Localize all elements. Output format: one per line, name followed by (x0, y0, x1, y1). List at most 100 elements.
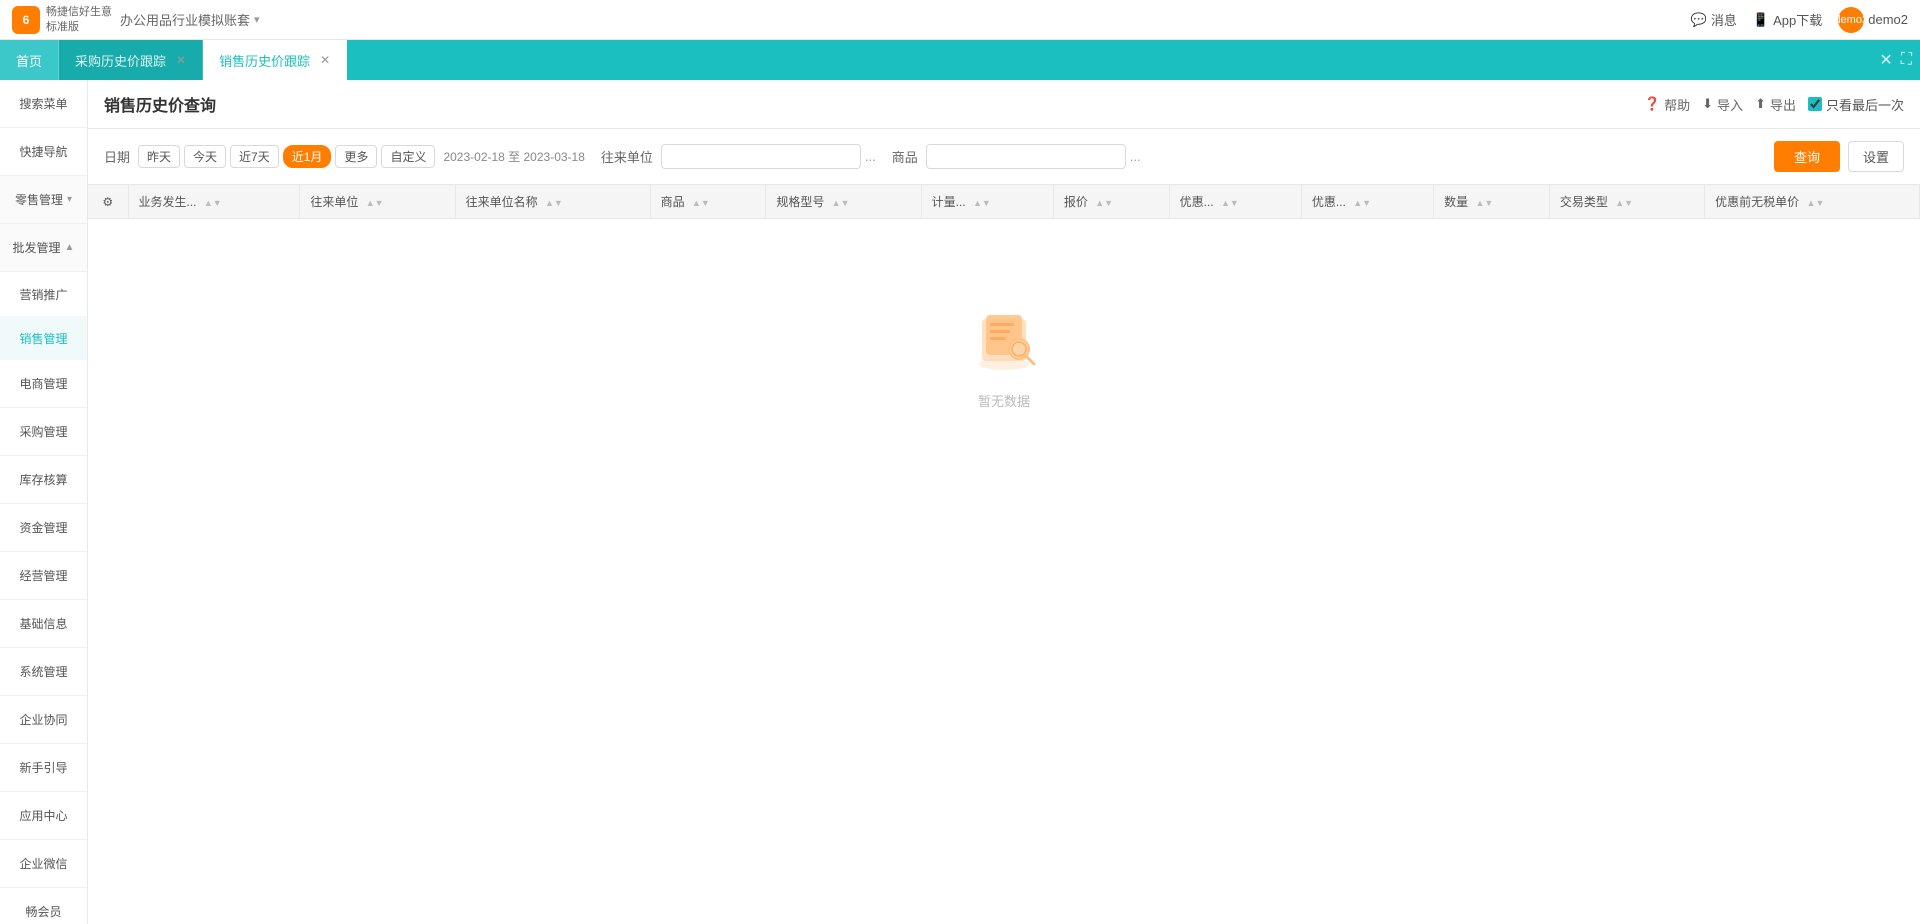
sort-icon-counterparty-id: ▲▼ (366, 198, 384, 208)
col-product[interactable]: 商品 ▲▼ (650, 185, 766, 219)
col-discount1[interactable]: 优惠... ▲▼ (1169, 185, 1301, 219)
col-quantity[interactable]: 数量 ▲▼ (1434, 185, 1550, 219)
product-input-wrap: ... (926, 144, 1141, 169)
top-bar-doc-title: 办公用品行业模拟账套 ▾ (120, 10, 260, 29)
settings-icon[interactable]: ⚙ (102, 195, 113, 209)
counterparty-input-wrap: ... (661, 144, 876, 169)
page-title-row: 销售历史价查询 ❓ 帮助 ⬇ 导入 ⬆ 导出 (104, 92, 1904, 116)
top-bar: 6 畅捷信好生意 标准版 办公用品行业模拟账套 ▾ 💬 消息 📱 App下载 d… (0, 0, 1920, 40)
page-header: 销售历史价查询 ❓ 帮助 ⬇ 导入 ⬆ 导出 (88, 80, 1920, 129)
date-btn-last1month[interactable]: 近1月 (283, 145, 332, 168)
tab-sales-history-close[interactable]: ✕ (320, 53, 330, 67)
sort-icon-biz-date: ▲▼ (204, 198, 222, 208)
sidebar-item-finance-mgmt[interactable]: 资金管理 (0, 504, 87, 552)
sidebar-item-marketing[interactable]: 营销推广 (0, 272, 87, 316)
page-actions: ❓ 帮助 ⬇ 导入 ⬆ 导出 只看最后一次 (1644, 95, 1904, 114)
sidebar-item-enterprise-wechat[interactable]: 企业微信 (0, 840, 87, 888)
col-quoted-price[interactable]: 报价 ▲▼ (1053, 185, 1169, 219)
message-btn[interactable]: 💬 消息 (1691, 10, 1737, 29)
message-icon: 💬 (1691, 12, 1707, 28)
empty-text: 暂无数据 (978, 391, 1030, 410)
date-btn-last7days[interactable]: 近7天 (230, 145, 279, 168)
avatar: demo2 (1838, 7, 1864, 33)
sidebar-item-enterprise-agreement[interactable]: 企业协同 (0, 696, 87, 744)
date-btn-yesterday[interactable]: 昨天 (138, 145, 180, 168)
help-btn[interactable]: ❓ 帮助 (1644, 95, 1690, 114)
logo-area: 6 畅捷信好生意 标准版 (12, 5, 112, 34)
tab-sales-history[interactable]: 销售历史价跟踪 ✕ (203, 40, 347, 80)
setting-button[interactable]: 设置 (1848, 141, 1904, 172)
date-btn-more[interactable]: 更多 (335, 145, 377, 168)
sort-icon-counterparty-name: ▲▼ (545, 198, 563, 208)
sort-icon-spec: ▲▼ (832, 198, 850, 208)
date-btn-today[interactable]: 今天 (184, 145, 226, 168)
sidebar-item-wholesale-mgmt[interactable]: 批发管理 ▲ (0, 224, 87, 272)
export-btn[interactable]: ⬆ 导出 (1755, 95, 1796, 114)
sidebar-item-inventory[interactable]: 库存核算 (0, 456, 87, 504)
sidebar-item-basic-info[interactable]: 基础信息 (0, 600, 87, 648)
col-pre-tax-price[interactable]: 优惠前无税单价 ▲▼ (1705, 185, 1920, 219)
tab-home[interactable]: 首页 (0, 40, 59, 80)
only-last-checkbox[interactable] (1808, 97, 1822, 111)
retail-mgmt-arrow: ▾ (67, 194, 72, 205)
sidebar-item-purchase-mgmt[interactable]: 采购管理 (0, 408, 87, 456)
page-title: 销售历史价查询 (104, 92, 216, 116)
only-last-wrap: 只看最后一次 (1808, 95, 1904, 114)
date-btn-custom[interactable]: 自定义 (381, 145, 435, 168)
date-buttons: 昨天 今天 近7天 近1月 更多 自定义 (138, 145, 435, 168)
table-container: ⚙ 业务发生... ▲▼ 往来单位 ▲▼ 往来单位名称 ▲▼ (88, 185, 1920, 924)
col-trade-type[interactable]: 交易类型 ▲▼ (1549, 185, 1704, 219)
user-avatar-btn[interactable]: demo2 demo2 (1838, 7, 1908, 33)
col-counterparty-name[interactable]: 往来单位名称 ▲▼ (455, 185, 650, 219)
app-download-btn[interactable]: 📱 App下载 (1753, 10, 1822, 29)
sort-icon-discount1: ▲▼ (1221, 198, 1239, 208)
sort-icon-trade-type: ▲▼ (1615, 198, 1633, 208)
logo-text: 畅捷信好生意 标准版 (46, 5, 112, 34)
tab-purchase-history[interactable]: 采购历史价跟踪 ✕ (59, 40, 203, 80)
sort-icon-quoted-price: ▲▼ (1095, 198, 1113, 208)
home-label: 首页 (16, 51, 42, 70)
sidebar-item-search-menu[interactable]: 搜索菜单 (0, 80, 87, 128)
col-discount2[interactable]: 优惠... ▲▼ (1301, 185, 1433, 219)
col-unit[interactable]: 计量... ▲▼ (921, 185, 1053, 219)
top-bar-right: 💬 消息 📱 App下载 demo2 demo2 (1691, 7, 1908, 33)
sidebar-item-operations-mgmt[interactable]: 经营管理 (0, 552, 87, 600)
query-button[interactable]: 查询 (1774, 141, 1840, 172)
sort-icon-pre-tax-price: ▲▼ (1807, 198, 1825, 208)
sidebar-item-quick-nav[interactable]: 快捷导航 (0, 128, 87, 176)
sidebar-item-app-center[interactable]: 应用中心 (0, 792, 87, 840)
product-filter-group: 商品 ... (892, 144, 1141, 169)
app-icon: 📱 (1753, 12, 1769, 28)
sidebar-item-member[interactable]: 畅会员 (0, 888, 87, 924)
data-table: ⚙ 业务发生... ▲▼ 往来单位 ▲▼ 往来单位名称 ▲▼ (88, 185, 1920, 219)
import-btn[interactable]: ⬇ 导入 (1702, 95, 1743, 114)
wholesale-mgmt-arrow: ▲ (65, 242, 75, 253)
tab-fullscreen-icon[interactable]: ⛶ (1901, 51, 1912, 69)
filter-bar: 日期 昨天 今天 近7天 近1月 更多 自定义 2023-02-18 至 202… (88, 129, 1920, 185)
purchase-history-label: 采购历史价跟踪 (75, 51, 166, 70)
sidebar-item-system-mgmt[interactable]: 系统管理 (0, 648, 87, 696)
date-label: 日期 (104, 147, 130, 166)
date-filter-group: 日期 昨天 今天 近7天 近1月 更多 自定义 2023-02-18 至 202… (104, 145, 585, 168)
col-spec[interactable]: 规格型号 ▲▼ (766, 185, 921, 219)
sidebar-item-ecommerce-mgmt[interactable]: 电商管理 (0, 360, 87, 408)
content-area: 销售历史价查询 ❓ 帮助 ⬇ 导入 ⬆ 导出 (88, 80, 1920, 924)
product-ellipsis[interactable]: ... (1130, 149, 1141, 164)
counterparty-ellipsis[interactable]: ... (865, 149, 876, 164)
empty-state: 暂无数据 (88, 219, 1920, 490)
counterparty-input[interactable] (661, 144, 861, 169)
sidebar-item-new-user-guide[interactable]: 新手引导 (0, 744, 87, 792)
sort-icon-product: ▲▼ (692, 198, 710, 208)
col-settings: ⚙ (88, 185, 128, 219)
filter-actions: 查询 设置 (1774, 141, 1904, 172)
sidebar-item-sales-mgmt[interactable]: 销售管理 (0, 316, 87, 360)
counterparty-filter-group: 往来单位 ... (601, 144, 876, 169)
sidebar-item-retail-mgmt[interactable]: 零售管理 ▾ (0, 176, 87, 224)
col-counterparty-id[interactable]: 往来单位 ▲▼ (300, 185, 455, 219)
tab-purchase-history-close[interactable]: ✕ (176, 53, 186, 67)
col-biz-date[interactable]: 业务发生... ▲▼ (128, 185, 300, 219)
doc-title-chevron[interactable]: ▾ (254, 13, 260, 26)
sidebar: 搜索菜单 快捷导航 零售管理 ▾ 批发管理 ▲ 营销推广 销售管理 电商管理 采… (0, 80, 88, 924)
product-input[interactable] (926, 144, 1126, 169)
tab-close-all-icon[interactable]: ✕ (1879, 50, 1892, 70)
